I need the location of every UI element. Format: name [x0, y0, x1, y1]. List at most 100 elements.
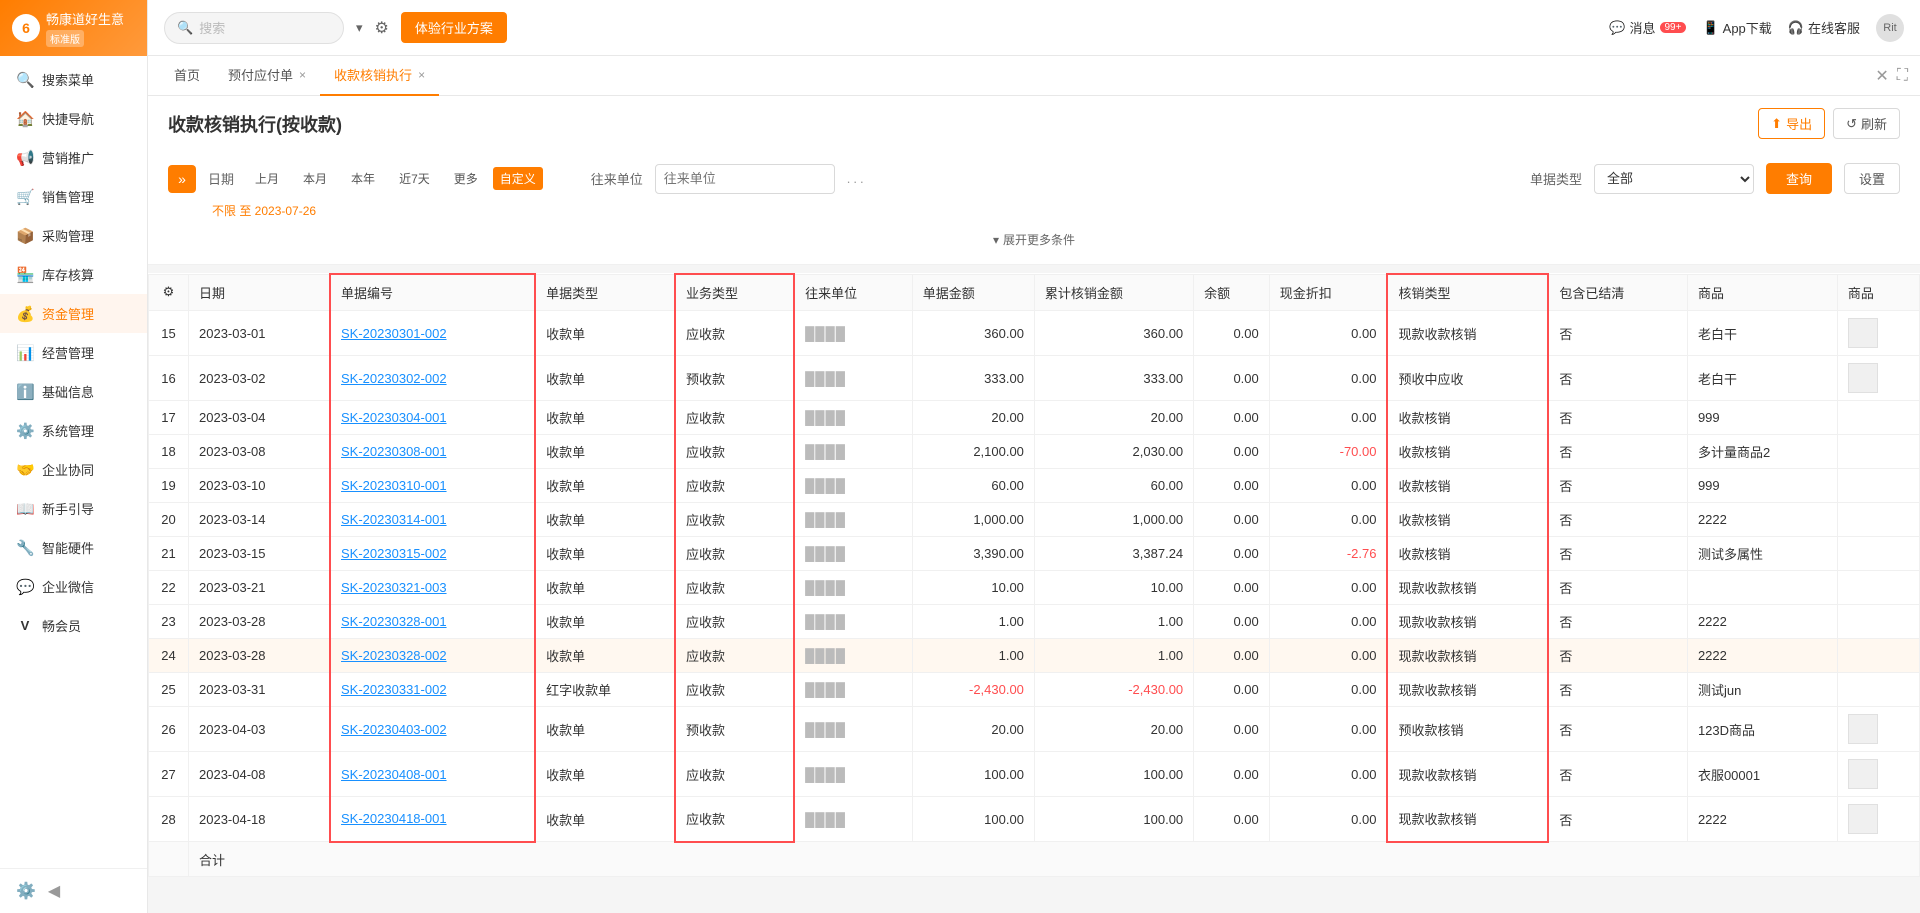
cell-voucher-no[interactable]: SK-20230321-003 [330, 571, 535, 605]
operations-icon: 📊 [16, 344, 34, 362]
cell-voucher-no[interactable]: SK-20230408-001 [330, 752, 535, 797]
cell-include-settled: 否 [1548, 537, 1687, 571]
topbar-search-box[interactable]: 🔍 搜索 [164, 12, 344, 44]
cell-product: 测试多属性 [1687, 537, 1837, 571]
sidebar-item-wechat[interactable]: 💬 企业微信 [0, 567, 147, 606]
topbar-msg[interactable]: 💬 消息 99+ [1609, 18, 1686, 37]
sidebar-item-hardware[interactable]: 🔧 智能硬件 [0, 528, 147, 567]
user-name: Rit [1883, 22, 1896, 34]
cell-balance: 0.00 [1194, 673, 1270, 707]
topbar-service[interactable]: 🎧 在线客服 [1788, 18, 1860, 37]
cell-voucher-no[interactable]: SK-20230314-001 [330, 503, 535, 537]
export-btn[interactable]: ⬆ 导出 [1758, 108, 1825, 139]
cell-voucher-no[interactable]: SK-20230328-002 [330, 639, 535, 673]
date-btn-last-month[interactable]: 上月 [246, 166, 288, 191]
industry-btn[interactable]: 体验行业方案 [401, 12, 507, 43]
cell-cancel-type: 收款核销 [1387, 401, 1548, 435]
cell-cancel-type: 现款收款核销 [1387, 797, 1548, 842]
col-header-balance: 余额 [1194, 274, 1270, 311]
date-btn-7days[interactable]: 近7天 [390, 166, 439, 191]
tab-receipt-exec[interactable]: 收款核销执行 × [320, 56, 439, 96]
cell-voucher-no[interactable]: SK-20230418-001 [330, 797, 535, 842]
cell-voucher-no[interactable]: SK-20230328-001 [330, 605, 535, 639]
cell-cum-amount: 1.00 [1034, 639, 1193, 673]
sidebar-item-marketing[interactable]: 📢 营销推广 [0, 138, 147, 177]
sidebar-item-search[interactable]: 🔍 搜索菜单 [0, 60, 147, 99]
filter-toggle-btn[interactable]: » [168, 165, 196, 193]
settings-icon[interactable]: ⚙️ [16, 881, 36, 901]
query-btn[interactable]: 查询 [1766, 163, 1832, 194]
sidebar-item-basic[interactable]: ℹ️ 基础信息 [0, 372, 147, 411]
cell-product: 123D商品 [1687, 707, 1837, 752]
sidebar-item-sales[interactable]: 🛒 销售管理 [0, 177, 147, 216]
col-settings-icon[interactable]: ⚙ [163, 284, 175, 299]
cell-include-settled: 否 [1548, 356, 1687, 401]
cell-voucher-no[interactable]: SK-20230331-002 [330, 673, 535, 707]
cell-voucher-no[interactable]: SK-20230301-002 [330, 311, 535, 356]
sidebar-item-operations-label: 经营管理 [42, 343, 94, 362]
date-btn-custom[interactable]: 自定义 [493, 167, 543, 190]
cell-date: 2023-03-08 [189, 435, 331, 469]
cell-voucher-no[interactable]: SK-20230310-001 [330, 469, 535, 503]
headset-icon: 🎧 [1788, 20, 1804, 36]
topbar-dropdown-arrow[interactable]: ▾ [356, 20, 363, 36]
sidebar-item-corp[interactable]: 🤝 企业协同 [0, 450, 147, 489]
sidebar-item-member-label: 畅会员 [42, 616, 81, 635]
cell-cancel-type: 收款核销 [1387, 537, 1548, 571]
user-avatar[interactable]: Rit [1876, 14, 1904, 42]
cell-date: 2023-04-18 [189, 797, 331, 842]
product-thumbnail [1848, 318, 1878, 348]
product-thumbnail [1848, 804, 1878, 834]
sidebar-item-member[interactable]: V 畅会员 [0, 606, 147, 645]
cell-product: 999 [1687, 401, 1837, 435]
topbar-app[interactable]: 📱 App下载 [1702, 18, 1771, 37]
cell-cash-discount: 0.00 [1269, 571, 1387, 605]
col-header-voucher-type: 单据类型 [535, 274, 675, 311]
cell-voucher-no[interactable]: SK-20230302-002 [330, 356, 535, 401]
cell-product-img [1837, 435, 1919, 469]
col-header-product-img: 商品 [1837, 274, 1919, 311]
cell-seq: 18 [149, 435, 189, 469]
tab-home[interactable]: 首页 [160, 56, 214, 96]
cell-cancel-type: 预收款核销 [1387, 707, 1548, 752]
date-btn-more[interactable]: 更多 [445, 166, 487, 191]
sidebar-item-quick[interactable]: 🏠 快捷导航 [0, 99, 147, 138]
partner-input[interactable] [655, 164, 835, 194]
refresh-btn[interactable]: ↺ 刷新 [1833, 108, 1900, 139]
cell-balance: 0.00 [1194, 311, 1270, 356]
sidebar-item-purchase[interactable]: 📦 采购管理 [0, 216, 147, 255]
voucher-type-select[interactable]: 全部 收款单 红字收款单 [1594, 164, 1754, 194]
col-header-biz-type: 业务类型 [675, 274, 794, 311]
cell-voucher-no[interactable]: SK-20230308-001 [330, 435, 535, 469]
col-header-product: 商品 [1687, 274, 1837, 311]
tab-expand-icon[interactable]: ⛶ [1897, 67, 1908, 85]
settings-btn[interactable]: 设置 [1844, 163, 1900, 194]
tab-payable[interactable]: 预付应付单 × [214, 56, 320, 96]
sidebar-item-system[interactable]: ⚙️ 系统管理 [0, 411, 147, 450]
cell-voucher-no[interactable]: SK-20230403-002 [330, 707, 535, 752]
table-row: 232023-03-28SK-20230328-001收款单应收款████1.0… [149, 605, 1920, 639]
cell-seq: 19 [149, 469, 189, 503]
tab-payable-close[interactable]: × [299, 68, 306, 82]
partner-dots[interactable]: ... [847, 171, 867, 186]
date-btn-this-month[interactable]: 本月 [294, 166, 336, 191]
topbar-gear-icon[interactable]: ⚙ [375, 18, 389, 38]
purchase-icon: 📦 [16, 227, 34, 245]
date-btn-this-year[interactable]: 本年 [342, 166, 384, 191]
sidebar-item-funds[interactable]: 💰 资金管理 [0, 294, 147, 333]
tab-receipt-exec-close[interactable]: × [418, 68, 425, 82]
table-row: 182023-03-08SK-20230308-001收款单应收款████2,1… [149, 435, 1920, 469]
expand-more-btn[interactable]: ▾ 展开更多条件 [168, 227, 1900, 252]
cell-seq: 24 [149, 639, 189, 673]
cell-amount: 3,390.00 [912, 537, 1034, 571]
main-area: 🔍 搜索 ▾ ⚙ 体验行业方案 💬 消息 99+ 📱 App下载 🎧 在线客服 … [148, 0, 1920, 913]
sidebar-item-operations[interactable]: 📊 经营管理 [0, 333, 147, 372]
cell-voucher-type: 收款单 [535, 752, 675, 797]
sidebar-item-guide[interactable]: 📖 新手引导 [0, 489, 147, 528]
tab-close-all-icon[interactable]: ✕ [1875, 66, 1888, 86]
cell-voucher-no[interactable]: SK-20230304-001 [330, 401, 535, 435]
sidebar-item-inventory[interactable]: 🏪 库存核算 [0, 255, 147, 294]
logo-badge: 标准版 [46, 30, 84, 47]
collapse-icon[interactable]: ◀ [48, 881, 60, 901]
cell-voucher-no[interactable]: SK-20230315-002 [330, 537, 535, 571]
